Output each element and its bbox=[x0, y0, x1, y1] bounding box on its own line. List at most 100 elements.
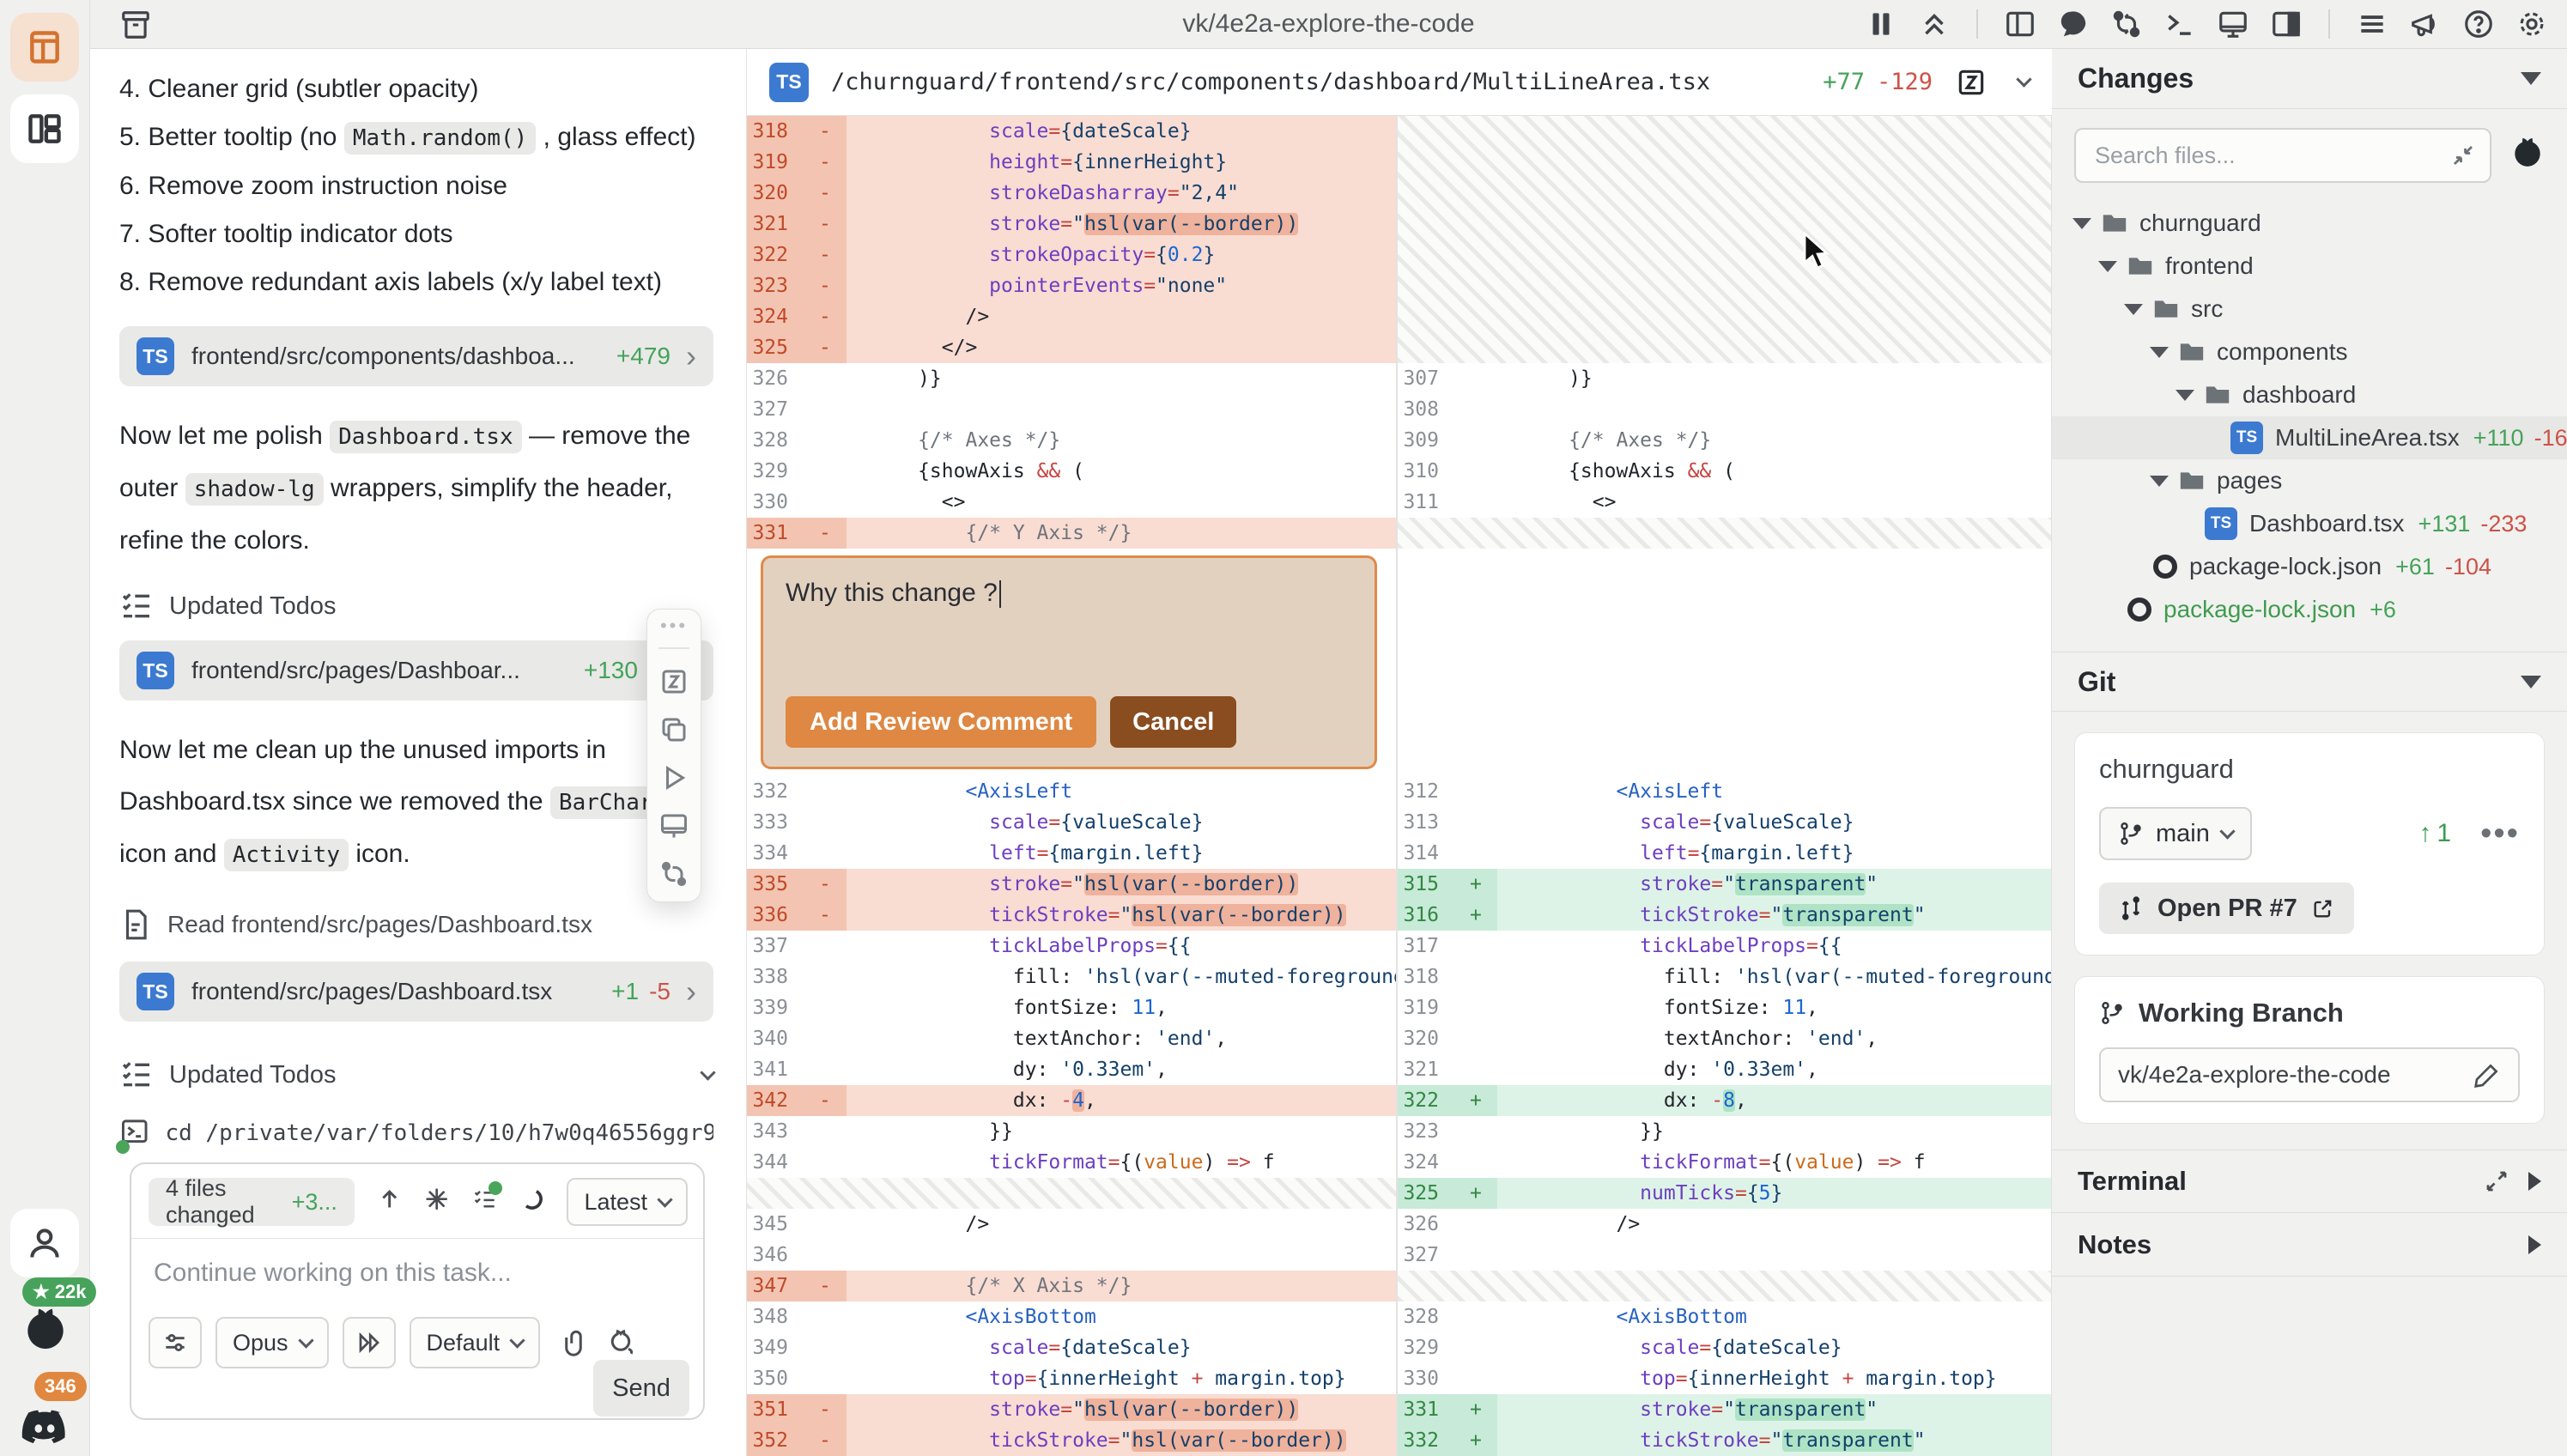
edit-pencil-icon[interactable] bbox=[2473, 1061, 2501, 1089]
board-view-button[interactable] bbox=[10, 94, 79, 163]
diff-line[interactable]: 334 left={margin.left} bbox=[747, 838, 1396, 869]
todo-list-icon[interactable] bbox=[472, 1186, 497, 1217]
terminal-section-header[interactable]: Terminal bbox=[2052, 1150, 2567, 1213]
diff-line[interactable]: 313 scale={valueScale} bbox=[1398, 807, 2051, 838]
section-expand-icon[interactable] bbox=[2528, 1235, 2541, 1254]
diff-line[interactable]: 309 {/* Axes */} bbox=[1398, 425, 2051, 456]
ellipsis-icon[interactable]: ••• bbox=[660, 622, 688, 630]
diff-line[interactable]: 318- scale={dateScale} bbox=[747, 116, 1396, 147]
panel-left-icon[interactable] bbox=[2004, 8, 2036, 40]
workspace-tab-active[interactable] bbox=[10, 13, 79, 82]
settings-sliders-button[interactable] bbox=[149, 1317, 202, 1368]
more-options-icon[interactable]: ••• bbox=[2480, 816, 2520, 852]
terminal-command-row[interactable]: cd /private/var/folders/10/h7w0q46556ggr… bbox=[119, 1116, 713, 1150]
diff-line[interactable]: 319 fontSize: 11, bbox=[1398, 992, 2051, 1023]
play-icon[interactable] bbox=[658, 762, 689, 793]
diff-line[interactable]: 337 tickLabelProps={{ bbox=[747, 931, 1396, 962]
model-dropdown[interactable]: Opus bbox=[215, 1317, 329, 1368]
diff-line[interactable]: 342- dx: -4, bbox=[747, 1085, 1396, 1116]
tree-folder[interactable]: src bbox=[2052, 288, 2567, 331]
copy-icon[interactable] bbox=[658, 714, 689, 745]
diff-line[interactable]: 328 {/* Axes */} bbox=[747, 425, 1396, 456]
diff-line[interactable]: 308 bbox=[1398, 394, 2051, 425]
terminal-icon[interactable] bbox=[2163, 8, 2196, 40]
tree-file[interactable]: package-lock.json+6 bbox=[2052, 588, 2567, 631]
diff-line[interactable]: 346 bbox=[747, 1240, 1396, 1271]
diff-line[interactable]: 307 )} bbox=[1398, 363, 2051, 394]
diff-line[interactable]: 320 textAnchor: 'end', bbox=[1398, 1023, 2051, 1054]
menu-icon[interactable] bbox=[2356, 8, 2388, 40]
diff-line[interactable]: 327 bbox=[1398, 1240, 2051, 1271]
diff-line[interactable]: 345 /> bbox=[747, 1209, 1396, 1240]
megaphone-icon[interactable] bbox=[2409, 8, 2442, 40]
diff-line[interactable]: 352- tickStroke="hsl(var(--border)) bbox=[747, 1425, 1396, 1456]
branch-dropdown[interactable]: main bbox=[2099, 807, 2252, 860]
expand-icon[interactable] bbox=[2484, 1168, 2509, 1194]
attachment-icon[interactable] bbox=[561, 1327, 592, 1358]
diff-line[interactable]: 330 <> bbox=[747, 487, 1396, 518]
todo-update-row[interactable]: Updated Todos bbox=[119, 1058, 713, 1092]
account-button[interactable] bbox=[10, 1209, 79, 1277]
monitor-icon[interactable] bbox=[658, 810, 689, 841]
diff-icon[interactable] bbox=[658, 666, 689, 697]
diff-line[interactable]: 329 scale={dateScale} bbox=[1398, 1332, 2051, 1363]
diff-line[interactable]: 322- strokeOpacity={0.2} bbox=[747, 240, 1396, 270]
add-review-comment-button[interactable]: Add Review Comment bbox=[786, 696, 1096, 748]
diff-line[interactable]: 331- {/* Y Axis */} bbox=[747, 518, 1396, 549]
search-input[interactable] bbox=[2093, 142, 2450, 170]
burst-icon[interactable] bbox=[424, 1186, 449, 1217]
tree-file[interactable]: package-lock.json+61-104 bbox=[2052, 545, 2567, 588]
chevron-down-icon[interactable] bbox=[2016, 71, 2031, 87]
diff-line[interactable]: 325+ numTicks={5} bbox=[1398, 1178, 2051, 1209]
diff-line[interactable]: 343 }} bbox=[747, 1116, 1396, 1147]
diff-line[interactable]: 326 /> bbox=[1398, 1209, 2051, 1240]
diff-line[interactable]: 314 left={margin.left} bbox=[1398, 838, 2051, 869]
tree-folder[interactable]: churnguard bbox=[2052, 202, 2567, 245]
git-compare-icon[interactable] bbox=[658, 858, 689, 889]
cat-icon[interactable] bbox=[605, 1327, 636, 1358]
git-section-header[interactable]: Git bbox=[2052, 652, 2567, 712]
tree-folder[interactable]: components bbox=[2052, 331, 2567, 373]
diff-line[interactable]: 320- strokeDasharray="2,4" bbox=[747, 178, 1396, 209]
diff-line[interactable]: 316+ tickStroke="transparent" bbox=[1398, 900, 2051, 931]
diff-line[interactable]: 315+ stroke="transparent" bbox=[1398, 869, 2051, 900]
tree-folder[interactable]: frontend bbox=[2052, 245, 2567, 288]
diff-line[interactable]: 332+ tickStroke="transparent" bbox=[1398, 1425, 2051, 1456]
discord-icon[interactable] bbox=[17, 1401, 72, 1456]
github-icon[interactable] bbox=[19, 1307, 72, 1360]
diff-line[interactable]: 347- {/* X Axis */} bbox=[747, 1271, 1396, 1301]
tree-folder[interactable]: dashboard bbox=[2052, 373, 2567, 416]
diff-line[interactable]: 335- stroke="hsl(var(--border)) bbox=[747, 869, 1396, 900]
diff-line[interactable]: 328 <AxisBottom bbox=[1398, 1301, 2051, 1332]
diff-line[interactable]: 340 textAnchor: 'end', bbox=[747, 1023, 1396, 1054]
cancel-button[interactable]: Cancel bbox=[1110, 696, 1236, 748]
tree-file[interactable]: TSMultiLineArea.tsx+110-162 bbox=[2052, 416, 2567, 459]
mode-dropdown[interactable]: Default bbox=[410, 1317, 541, 1368]
diff-line[interactable]: 311 <> bbox=[1398, 487, 2051, 518]
github-cat-icon[interactable] bbox=[2509, 136, 2546, 174]
chat-bubble-icon[interactable] bbox=[2057, 8, 2090, 40]
diff-line[interactable]: 330 top={innerHeight + margin.top} bbox=[1398, 1363, 2051, 1394]
pause-icon[interactable] bbox=[1865, 8, 1897, 40]
open-pr-button[interactable]: Open PR #7 bbox=[2099, 883, 2354, 934]
search-box[interactable] bbox=[2074, 128, 2491, 183]
diff-line[interactable]: 317 tickLabelProps={{ bbox=[1398, 931, 2051, 962]
diff-line[interactable]: 338 fill: 'hsl(var(--muted-foreground))' bbox=[747, 962, 1396, 992]
changes-section-header[interactable]: Changes bbox=[2052, 49, 2567, 109]
arrow-up-icon[interactable] bbox=[377, 1186, 402, 1217]
diff-line[interactable]: 349 scale={dateScale} bbox=[747, 1332, 1396, 1363]
diff-line[interactable]: 331+ stroke="transparent" bbox=[1398, 1394, 2051, 1425]
diff-line[interactable]: 325- </> bbox=[747, 332, 1396, 363]
section-collapse-icon[interactable] bbox=[2521, 676, 2541, 689]
diff-view-icon[interactable] bbox=[1955, 66, 1987, 99]
section-expand-icon[interactable] bbox=[2528, 1172, 2541, 1191]
chat-input[interactable] bbox=[152, 1258, 678, 1289]
diff-line[interactable]: 341 dy: '0.33em', bbox=[747, 1054, 1396, 1085]
diff-line[interactable]: 324- /> bbox=[747, 301, 1396, 332]
diff-line[interactable]: 323- pointerEvents="none" bbox=[747, 270, 1396, 301]
version-dropdown[interactable]: Latest bbox=[567, 1178, 688, 1226]
file-change-chip[interactable]: TS frontend/src/components/dashboa... +4… bbox=[119, 326, 713, 386]
notes-section-header[interactable]: Notes bbox=[2052, 1213, 2567, 1277]
diff-line[interactable]: 332 <AxisLeft bbox=[747, 776, 1396, 807]
file-change-chip[interactable]: TS frontend/src/pages/Dashboard.tsx +1-5… bbox=[119, 962, 713, 1022]
